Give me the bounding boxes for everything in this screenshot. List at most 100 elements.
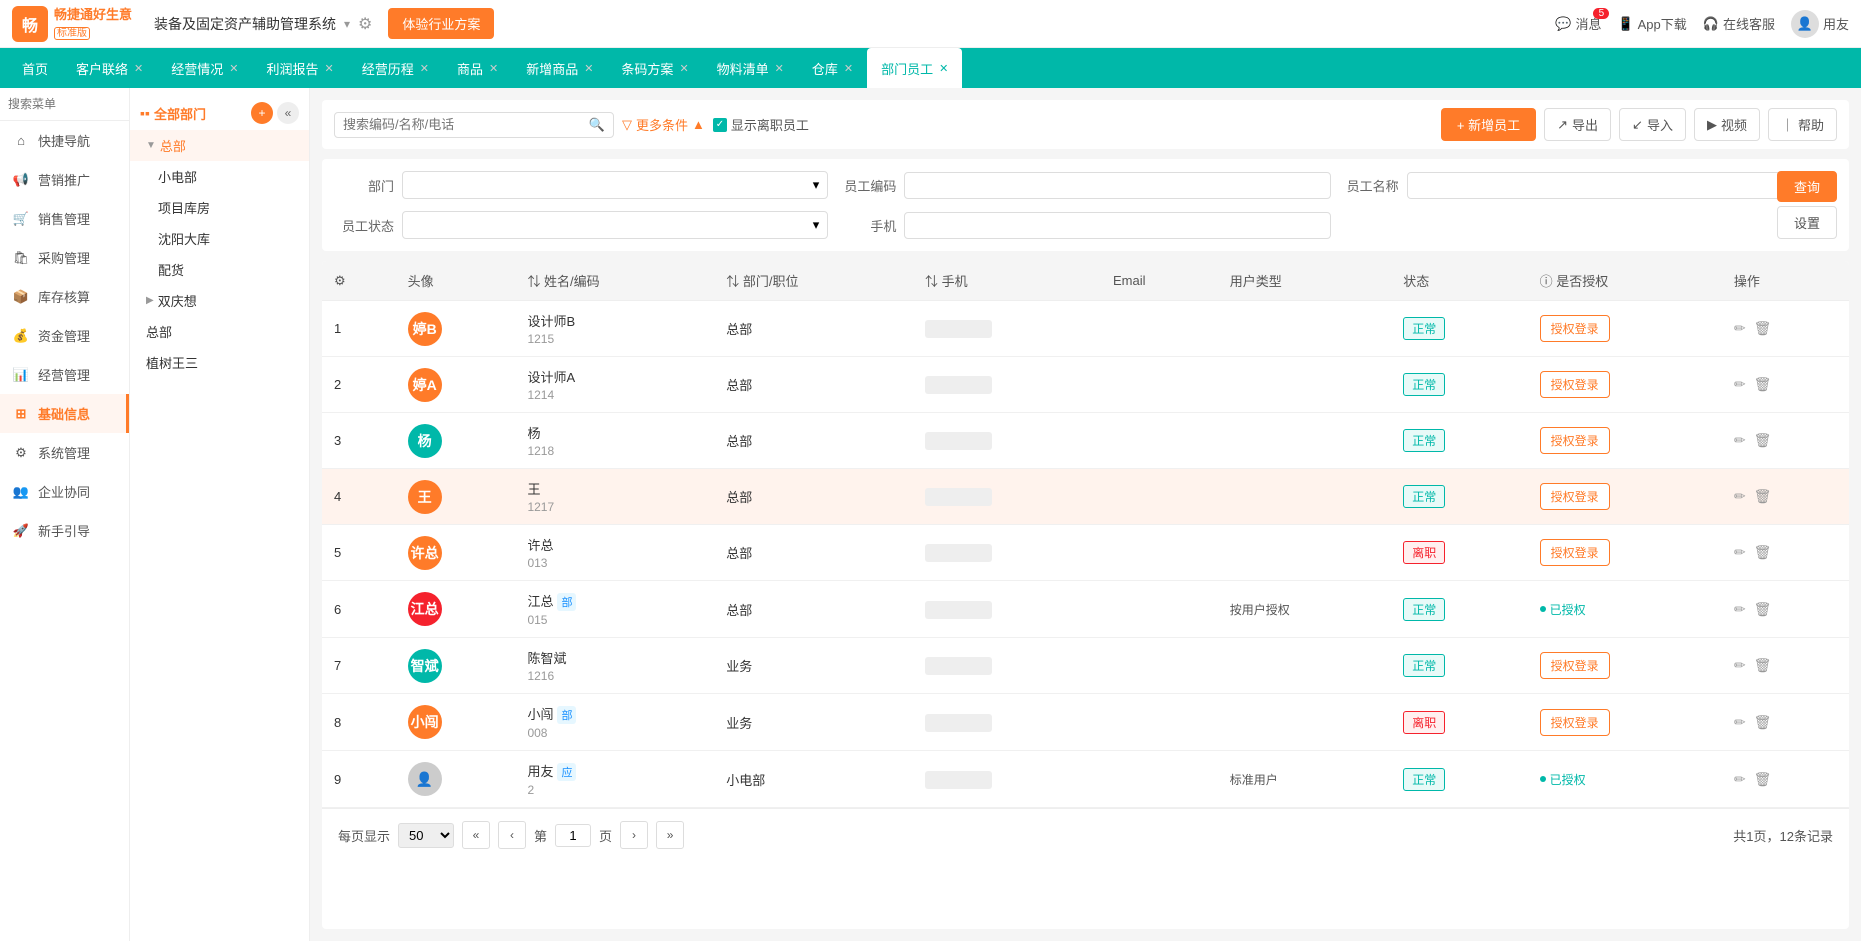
tab-bom[interactable]: 物料清单✕ bbox=[703, 48, 798, 88]
filter-dept-select[interactable]: ▾ bbox=[402, 171, 828, 199]
auth-login-btn[interactable]: 授权登录 bbox=[1540, 652, 1610, 679]
auth-login-btn[interactable]: 授权登录 bbox=[1540, 427, 1610, 454]
next-page-btn[interactable]: › bbox=[620, 821, 648, 849]
online-service-item[interactable]: 🎧 在线客服 bbox=[1703, 14, 1775, 33]
close-icon[interactable]: ✕ bbox=[420, 62, 429, 75]
sidebar-item-enterprise[interactable]: 👥 企业协同 bbox=[0, 472, 129, 511]
close-icon[interactable]: ✕ bbox=[679, 62, 688, 75]
last-page-btn[interactable]: » bbox=[656, 821, 684, 849]
add-employee-btn[interactable]: + 新增员工 bbox=[1441, 108, 1536, 141]
auth-login-btn[interactable]: 授权登录 bbox=[1540, 371, 1610, 398]
tab-add-goods[interactable]: 新增商品✕ bbox=[512, 48, 607, 88]
user-item[interactable]: 👤 用友 bbox=[1791, 10, 1849, 38]
tree-node-project-room[interactable]: 项目库房 bbox=[130, 192, 309, 223]
delete-icon[interactable]: 🗑 bbox=[1754, 714, 1772, 731]
setup-btn[interactable]: 设置 bbox=[1777, 206, 1837, 239]
auth-login-btn[interactable]: 授权登录 bbox=[1540, 539, 1610, 566]
delete-icon[interactable]: 🗑 bbox=[1754, 488, 1772, 505]
prev-page-btn[interactable]: ‹ bbox=[498, 821, 526, 849]
col-phone[interactable]: ⇅ 手机 bbox=[913, 261, 1101, 301]
edit-icon[interactable]: ✏ bbox=[1734, 657, 1746, 674]
delete-icon[interactable]: 🗑 bbox=[1754, 657, 1772, 674]
close-icon[interactable]: ✕ bbox=[584, 62, 593, 75]
dept-collapse-btn[interactable]: « bbox=[277, 102, 299, 124]
export-btn[interactable]: ↗ 导出 bbox=[1544, 108, 1611, 141]
sidebar-item-sys-mgmt[interactable]: ⚙ 系统管理 bbox=[0, 433, 129, 472]
tab-home[interactable]: 首页 bbox=[8, 48, 62, 88]
sidebar-search-input[interactable] bbox=[8, 97, 130, 111]
import-btn[interactable]: ↙ 导入 bbox=[1619, 108, 1686, 141]
sidebar-item-sales[interactable]: 🛒 销售管理 bbox=[0, 199, 129, 238]
close-icon[interactable]: ✕ bbox=[325, 62, 334, 75]
tab-dept-staff[interactable]: 部门员工✕ bbox=[867, 48, 962, 88]
per-page-select[interactable]: 50 20 100 bbox=[398, 823, 454, 848]
help-btn[interactable]: ｜ 帮助 bbox=[1768, 108, 1837, 141]
show-resigned-toggle[interactable]: ✓ 显示离职员工 bbox=[713, 115, 809, 134]
sidebar-item-basic-info[interactable]: ⊞ 基础信息 bbox=[0, 394, 129, 433]
tab-operation[interactable]: 经营情况✕ bbox=[157, 48, 252, 88]
edit-icon[interactable]: ✏ bbox=[1734, 432, 1746, 449]
delete-icon[interactable]: 🗑 bbox=[1754, 771, 1772, 788]
close-icon[interactable]: ✕ bbox=[939, 62, 948, 75]
tree-node-distribution[interactable]: 配货 bbox=[130, 254, 309, 285]
col-dept-pos[interactable]: ⇅ 部门/职位 bbox=[714, 261, 913, 301]
tree-node-hq[interactable]: 总部 bbox=[130, 316, 309, 347]
sidebar-item-finance[interactable]: 💰 资金管理 bbox=[0, 316, 129, 355]
close-icon[interactable]: ✕ bbox=[489, 62, 498, 75]
tab-barcode[interactable]: 条码方案✕ bbox=[607, 48, 702, 88]
tab-goods[interactable]: 商品✕ bbox=[443, 48, 512, 88]
filter-phone-input[interactable] bbox=[904, 212, 1330, 239]
more-filter-btn[interactable]: ▽ 更多条件 ▲ bbox=[622, 115, 705, 134]
sidebar-item-guide[interactable]: 🚀 新手引导 bbox=[0, 511, 129, 550]
edit-icon[interactable]: ✏ bbox=[1734, 320, 1746, 337]
col-name-code[interactable]: ⇅ 姓名/编码 bbox=[515, 261, 714, 301]
current-page-input[interactable] bbox=[555, 824, 591, 847]
edit-icon[interactable]: ✏ bbox=[1734, 544, 1746, 561]
edit-icon[interactable]: ✏ bbox=[1734, 714, 1746, 731]
sidebar-item-purchase[interactable]: 🛍 采购管理 bbox=[0, 238, 129, 277]
close-icon[interactable]: ✕ bbox=[134, 62, 143, 75]
trial-btn[interactable]: 体验行业方案 bbox=[388, 8, 494, 39]
sidebar-item-quick-nav[interactable]: ⌂ 快捷导航 bbox=[0, 121, 129, 160]
filter-empname-input[interactable] bbox=[1407, 172, 1833, 199]
edit-icon[interactable]: ✏ bbox=[1734, 771, 1746, 788]
tab-warehouse[interactable]: 仓库✕ bbox=[798, 48, 867, 88]
delete-icon[interactable]: 🗑 bbox=[1754, 376, 1772, 393]
query-btn[interactable]: 查询 bbox=[1777, 171, 1837, 202]
close-icon[interactable]: ✕ bbox=[775, 62, 784, 75]
tab-customer[interactable]: 客户联络✕ bbox=[62, 48, 157, 88]
tree-node-small-elec[interactable]: 小电部 bbox=[130, 161, 309, 192]
sidebar-item-biz-mgmt[interactable]: 📊 经营管理 bbox=[0, 355, 129, 394]
auth-login-btn[interactable]: 授权登录 bbox=[1540, 483, 1610, 510]
delete-icon[interactable]: 🗑 bbox=[1754, 320, 1772, 337]
tree-node-shenyang[interactable]: 沈阳大库 bbox=[130, 223, 309, 254]
edit-icon[interactable]: ✏ bbox=[1734, 488, 1746, 505]
auth-login-btn[interactable]: 授权登录 bbox=[1540, 315, 1610, 342]
first-page-btn[interactable]: « bbox=[462, 821, 490, 849]
view-btn[interactable]: ▶ 视频 bbox=[1694, 108, 1760, 141]
tree-node-plant-tree[interactable]: 植树王三 bbox=[130, 347, 309, 378]
delete-icon[interactable]: 🗑 bbox=[1754, 601, 1772, 618]
settings-icon[interactable]: ⚙ bbox=[358, 14, 372, 34]
sidebar-item-inventory[interactable]: 📦 库存核算 bbox=[0, 277, 129, 316]
filter-status-select[interactable]: ▾ bbox=[402, 211, 828, 239]
notification-item[interactable]: 💬 消息 5 bbox=[1555, 14, 1601, 33]
edit-icon[interactable]: ✏ bbox=[1734, 601, 1746, 618]
tab-history[interactable]: 经营历程✕ bbox=[348, 48, 443, 88]
edit-icon[interactable]: ✏ bbox=[1734, 376, 1746, 393]
filter-empcode-input[interactable] bbox=[904, 172, 1330, 199]
tree-node-shuangqing[interactable]: ▶ 双庆想 bbox=[130, 285, 309, 316]
close-icon[interactable]: ✕ bbox=[844, 62, 853, 75]
delete-icon[interactable]: 🗑 bbox=[1754, 432, 1772, 449]
sidebar-item-marketing[interactable]: 📢 营销推广 bbox=[0, 160, 129, 199]
search-icon[interactable]: 🔍 bbox=[589, 117, 605, 133]
delete-icon[interactable]: 🗑 bbox=[1754, 544, 1772, 561]
auth-login-btn[interactable]: 授权登录 bbox=[1540, 709, 1610, 736]
dept-tree-title[interactable]: 全部部门 bbox=[154, 104, 206, 123]
dept-add-btn[interactable]: + bbox=[251, 102, 273, 124]
tab-profit[interactable]: 利润报告✕ bbox=[252, 48, 347, 88]
tree-node-general[interactable]: ▼ 总部 bbox=[130, 130, 309, 161]
app-download-item[interactable]: 📱 App下载 bbox=[1617, 14, 1686, 33]
col-settings[interactable]: ⚙ bbox=[322, 261, 396, 301]
search-input[interactable] bbox=[343, 117, 585, 132]
